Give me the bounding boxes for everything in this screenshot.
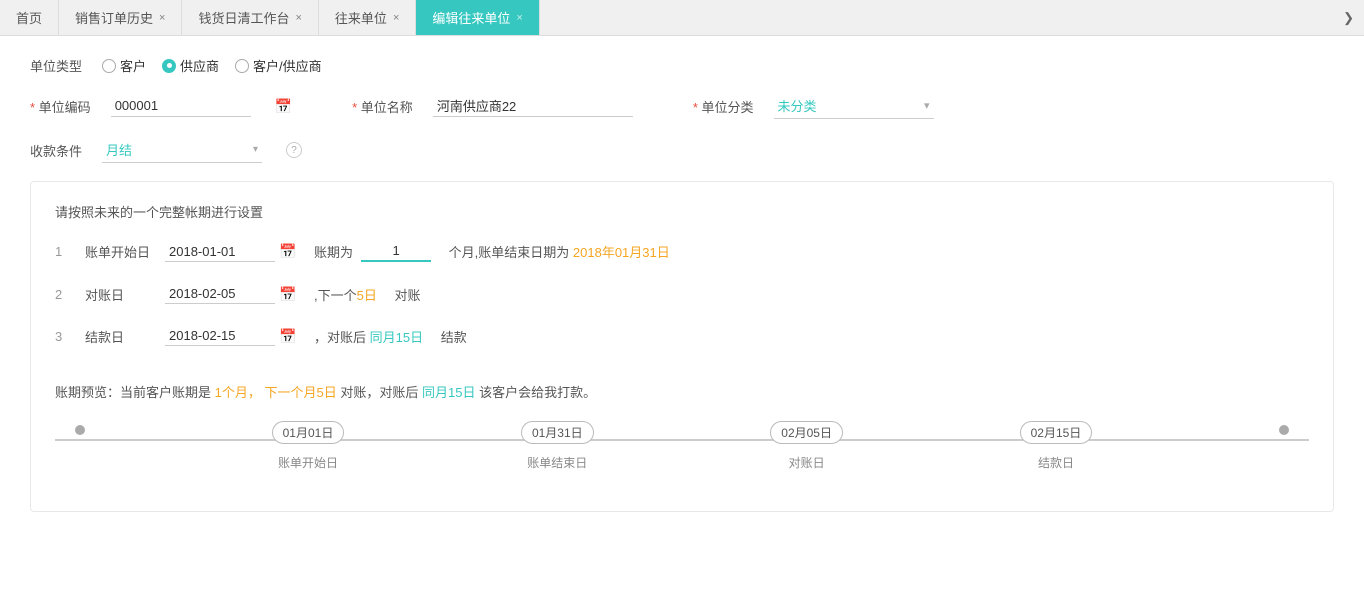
preview-part3: 同月15日: [422, 385, 479, 400]
unit-name-input[interactable]: [433, 95, 633, 117]
payment-terms-label: 收款条件: [30, 141, 82, 160]
preview-middle: 对账，对账后: [340, 385, 418, 400]
main-content: 单位类型 客户 供应商 客户/供应商 单位编码 📅 单位名称 单位分类 未分类 …: [0, 36, 1364, 608]
timeline-label-2: 账单结束日: [527, 454, 587, 471]
tab-cash-label: 钱货日清工作台: [198, 8, 289, 27]
tab-partner-label: 往来单位: [335, 8, 387, 27]
radio-customer-label: 客户: [120, 56, 146, 75]
row3-num: 3: [55, 329, 85, 344]
row1-num: 1: [55, 244, 85, 259]
timeline-right-endpoint: [1279, 425, 1289, 435]
row1-period-input[interactable]: [361, 241, 431, 262]
radio-supplier-label: 供应商: [180, 56, 219, 75]
unit-info-row: 单位编码 📅 单位名称 单位分类 未分类 ▾: [30, 93, 1334, 119]
row2-highlight: 5日: [357, 285, 377, 304]
timeline-node-4: 02月15日 结款日: [1020, 421, 1093, 471]
tab-partner-close[interactable]: ×: [393, 12, 399, 24]
tab-cash-daily[interactable]: 钱货日清工作台 ×: [182, 0, 318, 35]
row3-date-input[interactable]: [165, 326, 275, 346]
row3-desc-suffix: 结款: [437, 327, 467, 346]
timeline-label-4: 结款日: [1038, 454, 1074, 471]
row1-date-input[interactable]: [165, 242, 275, 262]
timeline-badge-4: 02月15日: [1020, 421, 1093, 444]
row3-highlight: 同月15日: [370, 327, 423, 346]
timeline-badge-3: 02月05日: [770, 421, 843, 444]
payment-terms-value: 月结: [106, 140, 253, 159]
timeline-nodes: 01月01日 账单开始日 01月31日 账单结束日 02月05日 对账日 02月…: [65, 421, 1299, 471]
row3-cal-icon[interactable]: 📅: [279, 328, 296, 345]
tab-edit-close[interactable]: ×: [516, 12, 522, 24]
timeline-label-3: 对账日: [789, 454, 825, 471]
tab-sales-label: 销售订单历史: [75, 8, 153, 27]
preview-part1: 1个月，: [215, 385, 261, 400]
row2-num: 2: [55, 287, 85, 302]
unit-category-label: 单位分类: [693, 97, 754, 116]
tab-bar: 首页 销售订单历史 × 钱货日清工作台 × 往来单位 × 编辑往来单位 × ❯: [0, 0, 1364, 36]
radio-customer[interactable]: 客户: [102, 56, 146, 75]
row2-key: 对账日: [85, 285, 165, 304]
tab-sales-order-history[interactable]: 销售订单历史 ×: [59, 0, 182, 35]
row2-cal-icon[interactable]: 📅: [279, 286, 296, 303]
radio-supplier-circle: [162, 59, 176, 73]
row2-desc-prefix: ,下一个: [310, 285, 356, 304]
preview-row: 账期预览：当前客户账期是 1个月， 下一个月5日 对账，对账后 同月15日 该客…: [55, 368, 1309, 411]
preview-prefix: 账期预览：当前客户账期是: [55, 385, 211, 400]
timeline: 01月01日 账单开始日 01月31日 账单结束日 02月05日 对账日 02月…: [55, 411, 1309, 491]
row1-cal-icon[interactable]: 📅: [279, 243, 296, 260]
radio-group: 客户 供应商 客户/供应商: [102, 56, 322, 75]
tab-sales-close[interactable]: ×: [159, 12, 165, 24]
unit-code-input[interactable]: [111, 95, 251, 117]
payment-terms-row: 收款条件 月结 ▾ ?: [30, 137, 1334, 163]
timeline-node-2: 01月31日 账单结束日: [521, 421, 594, 471]
timeline-left-endpoint: [75, 425, 85, 435]
section-title: 请按照未来的一个完整帐期进行设置: [55, 202, 1309, 221]
preview-part2: 下一个月5日: [265, 385, 337, 400]
unit-category-select[interactable]: 未分类 ▾: [774, 93, 934, 119]
tab-edit-label: 编辑往来单位: [432, 8, 510, 27]
tab-home-label: 首页: [16, 8, 42, 27]
row1-desc-prefix: 账期为: [310, 242, 353, 261]
unit-code-label: 单位编码: [30, 97, 91, 116]
timeline-badge-1: 01月01日: [272, 421, 345, 444]
timeline-node-3: 02月05日 对账日: [770, 421, 843, 471]
unit-name-label: 单位名称: [352, 97, 413, 116]
row1-key: 账单开始日: [85, 242, 165, 261]
row2-date-input[interactable]: [165, 284, 275, 304]
radio-both-label: 客户/供应商: [253, 56, 322, 75]
setting-row-3: 3 结款日 📅 ，对账后 同月15日 结款: [55, 326, 1309, 346]
timeline-node-1: 01月01日 账单开始日: [272, 421, 345, 471]
payment-terms-chevron: ▾: [253, 144, 258, 155]
tab-partner-unit[interactable]: 往来单位 ×: [319, 0, 416, 35]
timeline-badge-2: 01月31日: [521, 421, 594, 444]
setting-row-2: 2 对账日 📅 ,下一个 5日 对账: [55, 284, 1309, 304]
row3-key: 结款日: [85, 327, 165, 346]
radio-supplier[interactable]: 供应商: [162, 56, 219, 75]
tab-cash-close[interactable]: ×: [295, 12, 301, 24]
row1-desc-suffix: 个月,账单结束日期为: [445, 242, 573, 261]
unit-category-value: 未分类: [778, 96, 924, 115]
tab-edit-partner[interactable]: 编辑往来单位 ×: [416, 0, 539, 35]
radio-both[interactable]: 客户/供应商: [235, 56, 322, 75]
tab-home[interactable]: 首页: [0, 0, 59, 35]
unit-code-icon[interactable]: 📅: [275, 98, 292, 115]
row3-desc-prefix: ，对账后: [310, 327, 369, 346]
timeline-label-1: 账单开始日: [278, 454, 338, 471]
tab-nav-arrow[interactable]: ❯: [1333, 0, 1364, 35]
radio-both-circle: [235, 59, 249, 73]
setting-row-1: 1 账单开始日 📅 账期为 个月,账单结束日期为 2018年01月31日: [55, 241, 1309, 262]
unit-type-label: 单位类型: [30, 56, 82, 75]
row1-end-date: 2018年01月31日: [573, 242, 670, 261]
preview-suffix: 该客户会给我打款。: [479, 385, 596, 400]
unit-type-row: 单位类型 客户 供应商 客户/供应商: [30, 56, 1334, 75]
settings-section: 请按照未来的一个完整帐期进行设置 1 账单开始日 📅 账期为 个月,账单结束日期…: [30, 181, 1334, 512]
help-icon[interactable]: ?: [286, 142, 302, 158]
radio-customer-circle: [102, 59, 116, 73]
row2-desc-suffix: 对账: [391, 285, 421, 304]
category-chevron-icon: ▾: [924, 99, 930, 112]
payment-terms-select[interactable]: 月结 ▾: [102, 137, 262, 163]
